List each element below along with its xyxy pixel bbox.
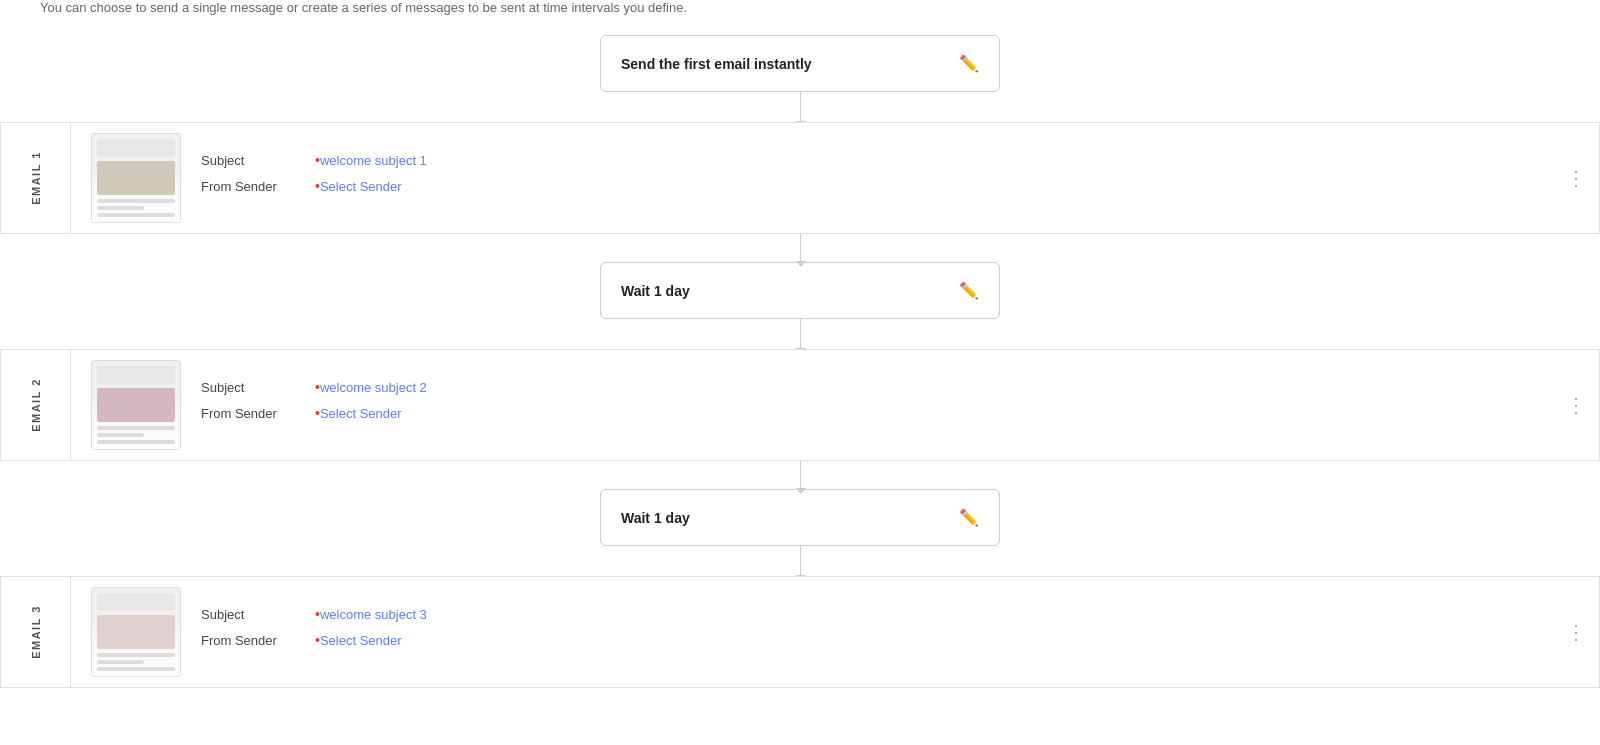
- email-2-sender-value[interactable]: Select Sender: [320, 406, 402, 421]
- wait-1-label: Wait 1 day: [621, 283, 690, 299]
- email-2-label: EMAIL 2: [29, 378, 41, 432]
- email-2-sender-row: From Sender • Select Sender: [201, 405, 1599, 421]
- email-2-menu-button[interactable]: ⋮: [1566, 393, 1587, 417]
- email-1-thumbnail: [91, 133, 181, 223]
- email-2-subject-row: Subject • welcome subject 2: [201, 379, 1599, 395]
- email-2-subject-label: Subject: [201, 380, 311, 395]
- email-1-sender-label: From Sender: [201, 179, 311, 194]
- email-row-2: EMAIL 2 Subject • welcome subjec: [0, 349, 1600, 461]
- email-2-label-side: EMAIL 2: [1, 350, 71, 460]
- email-3-thumbnail: [91, 587, 181, 677]
- page-wrapper: You can choose to send a single message …: [0, 0, 1600, 745]
- connector-3: [800, 319, 801, 349]
- flow-container: Send the first email instantly ✏️ EMAIL …: [0, 35, 1600, 728]
- email-1-subject-value[interactable]: welcome subject 1: [320, 153, 427, 168]
- email-1-sender-value[interactable]: Select Sender: [320, 179, 402, 194]
- wait-box-1[interactable]: Wait 1 day ✏️: [600, 262, 1000, 319]
- email-1-label: EMAIL 1: [29, 151, 41, 205]
- connector-4: [800, 461, 801, 489]
- email-3-label-side: EMAIL 3: [1, 577, 71, 687]
- email-3-details: Subject • welcome subject 3 From Sender …: [201, 591, 1599, 673]
- trigger-box[interactable]: Send the first email instantly ✏️: [600, 35, 1000, 92]
- email-1-subject-row: Subject • welcome subject 1: [201, 152, 1599, 168]
- email-2-details: Subject • welcome subject 2 From Sender …: [201, 364, 1599, 446]
- email-3-sender-label: From Sender: [201, 633, 311, 648]
- email-3-sender-row: From Sender • Select Sender: [201, 632, 1599, 648]
- email-2-thumbnail: [91, 360, 181, 450]
- email-2-subject-value[interactable]: welcome subject 2: [320, 380, 427, 395]
- connector-5: [800, 546, 801, 576]
- connector-2: [800, 234, 801, 262]
- email-1-sender-row: From Sender • Select Sender: [201, 178, 1599, 194]
- email-1-details: Subject • welcome subject 1 From Sender …: [201, 137, 1599, 219]
- email-row-1: EMAIL 1 Subject • welcome subjec: [0, 122, 1600, 234]
- wait-1-edit-icon[interactable]: ✏️: [959, 281, 979, 300]
- email-3-menu-button[interactable]: ⋮: [1566, 620, 1587, 644]
- trigger-edit-icon[interactable]: ✏️: [959, 54, 979, 73]
- subtitle-text: You can choose to send a single message …: [0, 0, 1600, 15]
- email-3-subject-value[interactable]: welcome subject 3: [320, 607, 427, 622]
- email-2-sender-label: From Sender: [201, 406, 311, 421]
- email-1-subject-label: Subject: [201, 153, 311, 168]
- wait-2-edit-icon[interactable]: ✏️: [959, 508, 979, 527]
- trigger-label: Send the first email instantly: [621, 56, 812, 72]
- email-3-sender-value[interactable]: Select Sender: [320, 633, 402, 648]
- wait-2-label: Wait 1 day: [621, 510, 690, 526]
- email-3-label: EMAIL 3: [29, 605, 41, 659]
- email-row-3: EMAIL 3 Subject • welcome subjec: [0, 576, 1600, 688]
- email-1-label-side: EMAIL 1: [1, 123, 71, 233]
- email-3-subject-row: Subject • welcome subject 3: [201, 606, 1599, 622]
- email-1-menu-button[interactable]: ⋮: [1566, 166, 1587, 190]
- wait-box-2[interactable]: Wait 1 day ✏️: [600, 489, 1000, 546]
- connector-1: [800, 92, 801, 122]
- email-3-subject-label: Subject: [201, 607, 311, 622]
